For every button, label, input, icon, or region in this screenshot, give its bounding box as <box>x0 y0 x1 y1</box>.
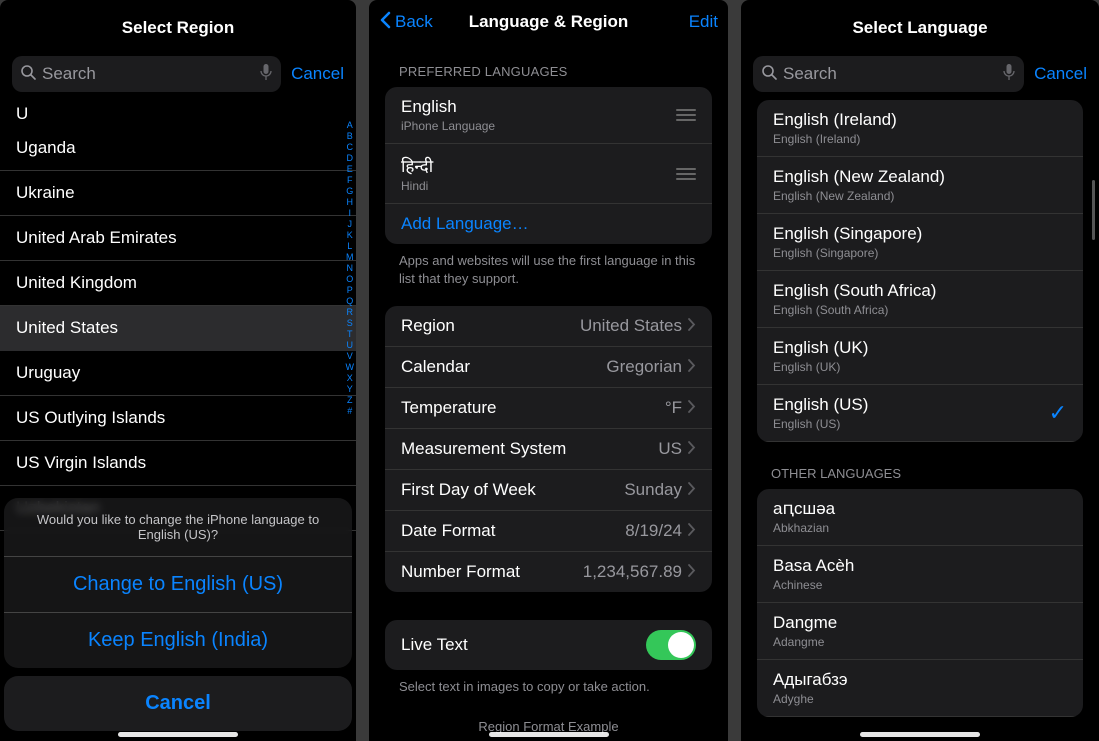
back-button[interactable]: Back <box>379 11 433 34</box>
drag-handle-icon[interactable] <box>676 168 696 180</box>
language-row[interactable]: English (Singapore)English (Singapore) <box>757 214 1083 271</box>
other-languages-list: аԥсшәаAbkhazian Basa AcèhAchinese Dangme… <box>757 489 1083 717</box>
temperature-row[interactable]: Temperature°F <box>385 388 712 429</box>
edit-button[interactable]: Edit <box>689 12 718 32</box>
language-row[interactable]: АдыгабзэAdyghe <box>757 660 1083 717</box>
language-picker-screen: Select Language Search Cancel English (I… <box>741 0 1099 741</box>
region-settings-list: RegionUnited States CalendarGregorian Te… <box>385 306 712 592</box>
section-header: PREFERRED LANGUAGES <box>369 44 728 87</box>
language-row[interactable]: аԥсшәаAbkhazian <box>757 489 1083 546</box>
cancel-button[interactable]: Cancel <box>4 676 352 731</box>
change-language-button[interactable]: Change to English (US) <box>4 557 352 613</box>
language-row[interactable]: English (Ireland)English (Ireland) <box>757 100 1083 157</box>
live-text-row[interactable]: Live Text <box>385 620 712 670</box>
home-indicator[interactable] <box>860 732 980 737</box>
list-item[interactable]: US Outlying Islands <box>0 396 356 441</box>
action-sheet: Would you like to change the iPhone lang… <box>4 498 352 731</box>
chevron-right-icon <box>688 562 696 582</box>
search-placeholder: Search <box>42 64 253 84</box>
list-item[interactable]: Uruguay <box>0 351 356 396</box>
language-row[interactable]: English (New Zealand)English (New Zealan… <box>757 157 1083 214</box>
cancel-button[interactable]: Cancel <box>1034 64 1087 84</box>
chevron-right-icon <box>688 398 696 418</box>
section-header: Region Format Example <box>369 701 728 734</box>
checkmark-icon: ✓ <box>1049 400 1067 426</box>
number-format-row[interactable]: Number Format1,234,567.89 <box>385 552 712 592</box>
cancel-button[interactable]: Cancel <box>291 64 344 84</box>
home-indicator[interactable] <box>118 732 238 737</box>
search-input[interactable]: Search <box>753 56 1024 92</box>
chevron-right-icon <box>688 521 696 541</box>
add-language-button[interactable]: Add Language… <box>385 204 712 244</box>
language-row-selected[interactable]: English (US)English (US)✓ <box>757 385 1083 442</box>
list-item[interactable]: United Kingdom <box>0 261 356 306</box>
section-index-letter: U <box>0 100 356 126</box>
calendar-row[interactable]: CalendarGregorian <box>385 347 712 388</box>
language-region-screen: Back Language & Region Edit PREFERRED LA… <box>369 0 728 741</box>
chevron-left-icon <box>379 11 391 34</box>
chevron-right-icon <box>688 439 696 459</box>
list-item[interactable]: Uganda <box>0 126 356 171</box>
keep-language-button[interactable]: Keep English (India) <box>4 613 352 668</box>
mic-icon[interactable] <box>1002 63 1016 86</box>
first-day-row[interactable]: First Day of WeekSunday <box>385 470 712 511</box>
section-footer: Select text in images to copy or take ac… <box>369 670 728 700</box>
chevron-right-icon <box>688 316 696 336</box>
preferred-languages-list: English iPhone Language हिन्दी Hindi Add… <box>385 87 712 244</box>
search-input[interactable]: Search <box>12 56 281 92</box>
search-placeholder: Search <box>783 64 996 84</box>
preferred-language-row[interactable]: हिन्दी Hindi <box>385 144 712 204</box>
drag-handle-icon[interactable] <box>676 109 696 121</box>
region-picker-screen: Select Region Search Cancel U Uganda Ukr… <box>0 0 356 741</box>
english-variants-list: English (Ireland)English (Ireland) Engli… <box>757 100 1083 442</box>
search-icon <box>761 64 777 85</box>
date-format-row[interactable]: Date Format8/19/24 <box>385 511 712 552</box>
list-item[interactable]: US Virgin Islands <box>0 441 356 486</box>
section-header: OTHER LANGUAGES <box>741 442 1099 489</box>
region-row[interactable]: RegionUnited States <box>385 306 712 347</box>
list-item-selected[interactable]: United States <box>0 306 356 351</box>
search-icon <box>20 64 36 85</box>
measurement-row[interactable]: Measurement SystemUS <box>385 429 712 470</box>
mic-icon[interactable] <box>259 63 273 86</box>
region-list[interactable]: U Uganda Ukraine United Arab Emirates Un… <box>0 100 356 531</box>
chevron-right-icon <box>688 480 696 500</box>
home-indicator[interactable] <box>489 732 609 737</box>
scrollbar[interactable] <box>1092 180 1095 240</box>
live-text-group: Live Text <box>385 620 712 670</box>
alphabet-index-bar[interactable]: ABCDEFGHIJKLMNOPQRSTUVWXYZ# <box>346 120 355 417</box>
list-item[interactable]: Ukraine <box>0 171 356 216</box>
section-footer: Apps and websites will use the first lan… <box>369 244 728 306</box>
action-sheet-message: Would you like to change the iPhone lang… <box>4 498 352 557</box>
language-row[interactable]: Basa AcèhAchinese <box>757 546 1083 603</box>
live-text-switch[interactable] <box>646 630 696 660</box>
page-title: Select Region <box>0 0 356 56</box>
language-row[interactable]: English (South Africa)English (South Afr… <box>757 271 1083 328</box>
language-row[interactable]: English (UK)English (UK) <box>757 328 1083 385</box>
language-row[interactable]: DangmeAdangme <box>757 603 1083 660</box>
preferred-language-row[interactable]: English iPhone Language <box>385 87 712 144</box>
list-item[interactable]: United Arab Emirates <box>0 216 356 261</box>
page-title: Select Language <box>741 0 1099 56</box>
chevron-right-icon <box>688 357 696 377</box>
